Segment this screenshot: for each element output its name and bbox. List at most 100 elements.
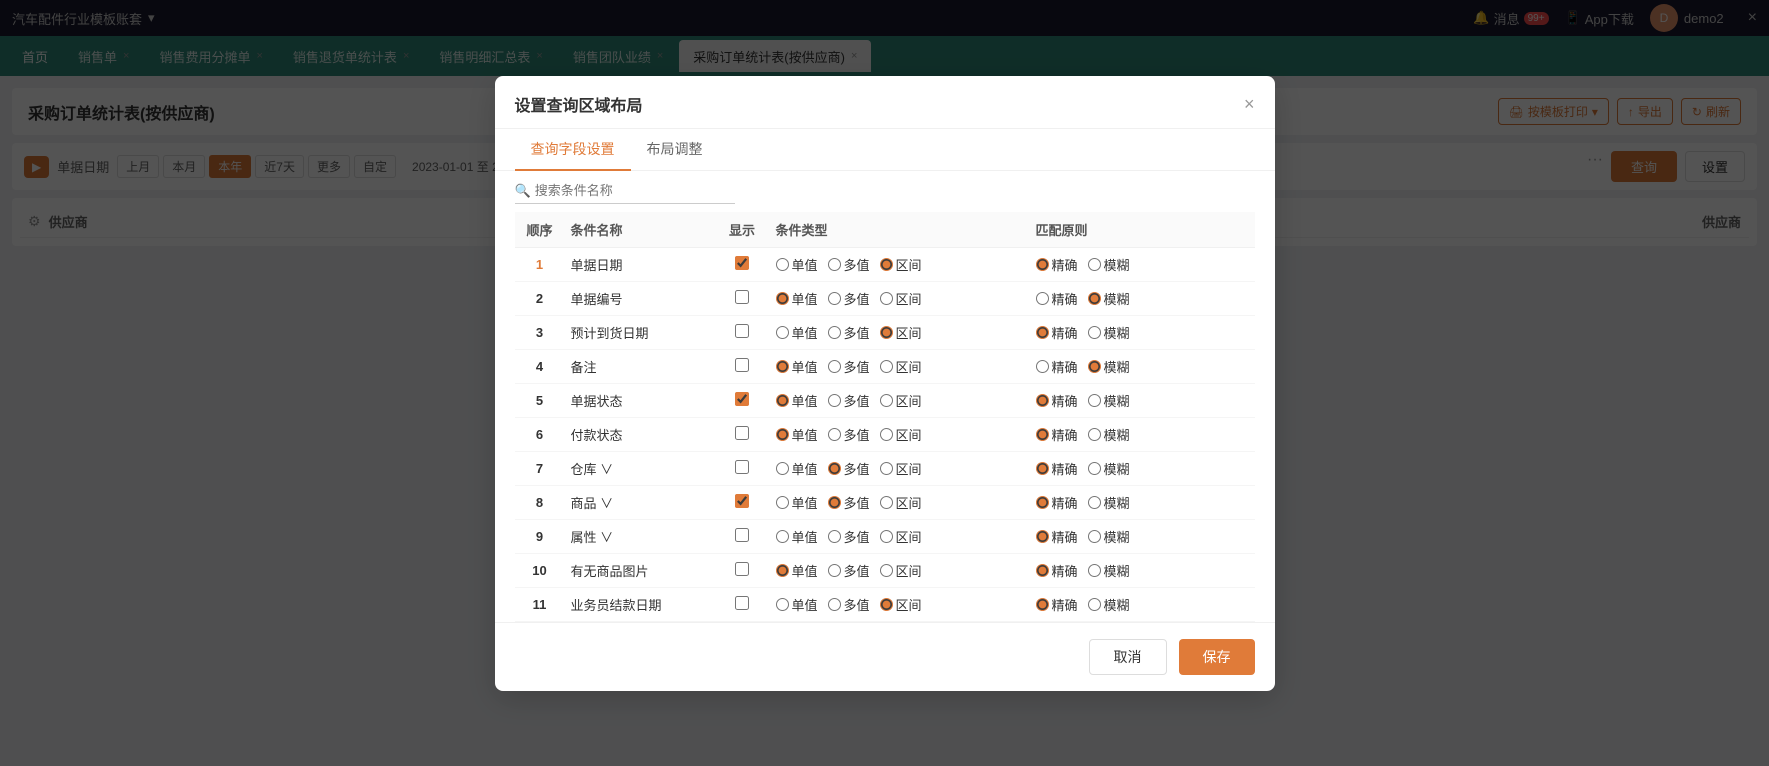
type-radio-type_range-4[interactable]: 区间 [880,391,922,410]
save-btn[interactable]: 保存 [1179,639,1255,675]
row-name-7: 商品 ∨ [565,485,715,519]
type-radio-type_single-2[interactable]: 单值 [776,323,818,342]
type-radio-type_multi-6[interactable]: 多值 [828,459,870,478]
display-checkbox-2[interactable] [735,324,749,338]
display-checkbox-3[interactable] [735,358,749,372]
row-display-4[interactable] [715,383,770,417]
type-radio-type_range-9[interactable]: 区间 [880,561,922,580]
type-radio-type_single-1[interactable]: 单值 [776,289,818,308]
match-radio-match_exact-1[interactable]: 精确 [1036,289,1078,308]
match-radio-match_exact-9[interactable]: 精确 [1036,561,1078,580]
dialog-tabs: 查询字段设置 布局调整 [495,129,1275,171]
dialog-tab-fields[interactable]: 查询字段设置 [515,129,631,171]
type-radio-type_multi-2[interactable]: 多值 [828,323,870,342]
type-radio-type_single-7[interactable]: 单值 [776,493,818,512]
type-radio-type_multi-7[interactable]: 多值 [828,493,870,512]
type-radio-type_single-5[interactable]: 单值 [776,425,818,444]
row-name-10: 业务员结款日期 [565,587,715,621]
row-display-9[interactable] [715,553,770,587]
type-radio-type_multi-0[interactable]: 多值 [828,255,870,274]
display-checkbox-9[interactable] [735,562,749,576]
search-input[interactable] [535,183,715,198]
dialog-tab-layout[interactable]: 布局调整 [631,129,719,171]
display-checkbox-1[interactable] [735,290,749,304]
dialog-title: 设置查询区域布局 [515,92,643,116]
display-checkbox-8[interactable] [735,528,749,542]
type-radio-type_multi-1[interactable]: 多值 [828,289,870,308]
row-type-6: 单值多值区间 [770,451,1030,485]
match-radio-match_fuzzy-5[interactable]: 模糊 [1088,425,1130,444]
col-display: 显示 [715,212,770,248]
display-checkbox-6[interactable] [735,460,749,474]
match-radio-match_fuzzy-6[interactable]: 模糊 [1088,459,1130,478]
cancel-btn[interactable]: 取消 [1089,639,1167,675]
row-name-2: 预计到货日期 [565,315,715,349]
row-display-8[interactable] [715,519,770,553]
type-radio-type_range-6[interactable]: 区间 [880,459,922,478]
match-radio-match_fuzzy-9[interactable]: 模糊 [1088,561,1130,580]
row-display-1[interactable] [715,281,770,315]
type-radio-type_multi-4[interactable]: 多值 [828,391,870,410]
type-radio-type_multi-8[interactable]: 多值 [828,527,870,546]
type-radio-type_single-8[interactable]: 单值 [776,527,818,546]
match-radio-match_exact-8[interactable]: 精确 [1036,527,1078,546]
match-radio-match_fuzzy-1[interactable]: 模糊 [1088,289,1130,308]
row-display-5[interactable] [715,417,770,451]
row-name-4: 单据状态 [565,383,715,417]
match-radio-match_fuzzy-8[interactable]: 模糊 [1088,527,1130,546]
row-display-0[interactable] [715,247,770,281]
type-radio-type_single-9[interactable]: 单值 [776,561,818,580]
type-radio-type_range-10[interactable]: 区间 [880,595,922,614]
type-radio-type_range-1[interactable]: 区间 [880,289,922,308]
row-display-6[interactable] [715,451,770,485]
type-radio-type_single-3[interactable]: 单值 [776,357,818,376]
search-icon: 🔍 [515,183,531,199]
match-radio-match_exact-5[interactable]: 精确 [1036,425,1078,444]
row-display-7[interactable] [715,485,770,519]
display-checkbox-7[interactable] [735,494,749,508]
match-radio-match_exact-10[interactable]: 精确 [1036,595,1078,614]
match-radio-match_exact-7[interactable]: 精确 [1036,493,1078,512]
type-radio-type_range-5[interactable]: 区间 [880,425,922,444]
row-display-3[interactable] [715,349,770,383]
display-checkbox-0[interactable] [735,256,749,270]
type-radio-type_range-7[interactable]: 区间 [880,493,922,512]
dialog-tbody: 1单据日期单值多值区间精确模糊2单据编号单值多值区间精确模糊3预计到货日期单值多… [515,247,1255,621]
type-radio-type_single-4[interactable]: 单值 [776,391,818,410]
type-radio-type_range-2[interactable]: 区间 [880,323,922,342]
display-checkbox-4[interactable] [735,392,749,406]
table-row: 7仓库 ∨单值多值区间精确模糊 [515,451,1255,485]
match-radio-match_fuzzy-7[interactable]: 模糊 [1088,493,1130,512]
match-radio-match_exact-3[interactable]: 精确 [1036,357,1078,376]
type-radio-type_single-6[interactable]: 单值 [776,459,818,478]
match-radio-match_fuzzy-4[interactable]: 模糊 [1088,391,1130,410]
type-radio-type_multi-5[interactable]: 多值 [828,425,870,444]
match-radio-match_exact-4[interactable]: 精确 [1036,391,1078,410]
display-checkbox-5[interactable] [735,426,749,440]
type-radio-type_range-3[interactable]: 区间 [880,357,922,376]
row-type-2: 单值多值区间 [770,315,1030,349]
type-radio-type_single-10[interactable]: 单值 [776,595,818,614]
match-radio-match_exact-0[interactable]: 精确 [1036,255,1078,274]
display-checkbox-10[interactable] [735,596,749,610]
match-radio-match_fuzzy-10[interactable]: 模糊 [1088,595,1130,614]
row-display-2[interactable] [715,315,770,349]
row-match-4: 精确模糊 [1030,383,1255,417]
type-radio-type_single-0[interactable]: 单值 [776,255,818,274]
type-radio-type_multi-3[interactable]: 多值 [828,357,870,376]
row-type-4: 单值多值区间 [770,383,1030,417]
type-radio-type_multi-10[interactable]: 多值 [828,595,870,614]
match-radio-match_exact-6[interactable]: 精确 [1036,459,1078,478]
match-radio-match_exact-2[interactable]: 精确 [1036,323,1078,342]
conditions-table: 顺序 条件名称 显示 条件类型 匹配原则 [515,212,1255,622]
match-radio-match_fuzzy-0[interactable]: 模糊 [1088,255,1130,274]
type-radio-type_range-0[interactable]: 区间 [880,255,922,274]
type-radio-type_range-8[interactable]: 区间 [880,527,922,546]
type-radio-type_multi-9[interactable]: 多值 [828,561,870,580]
dialog-close-btn[interactable]: × [1244,95,1255,113]
row-name-0: 单据日期 [565,247,715,281]
row-type-10: 单值多值区间 [770,587,1030,621]
match-radio-match_fuzzy-3[interactable]: 模糊 [1088,357,1130,376]
row-display-10[interactable] [715,587,770,621]
match-radio-match_fuzzy-2[interactable]: 模糊 [1088,323,1130,342]
